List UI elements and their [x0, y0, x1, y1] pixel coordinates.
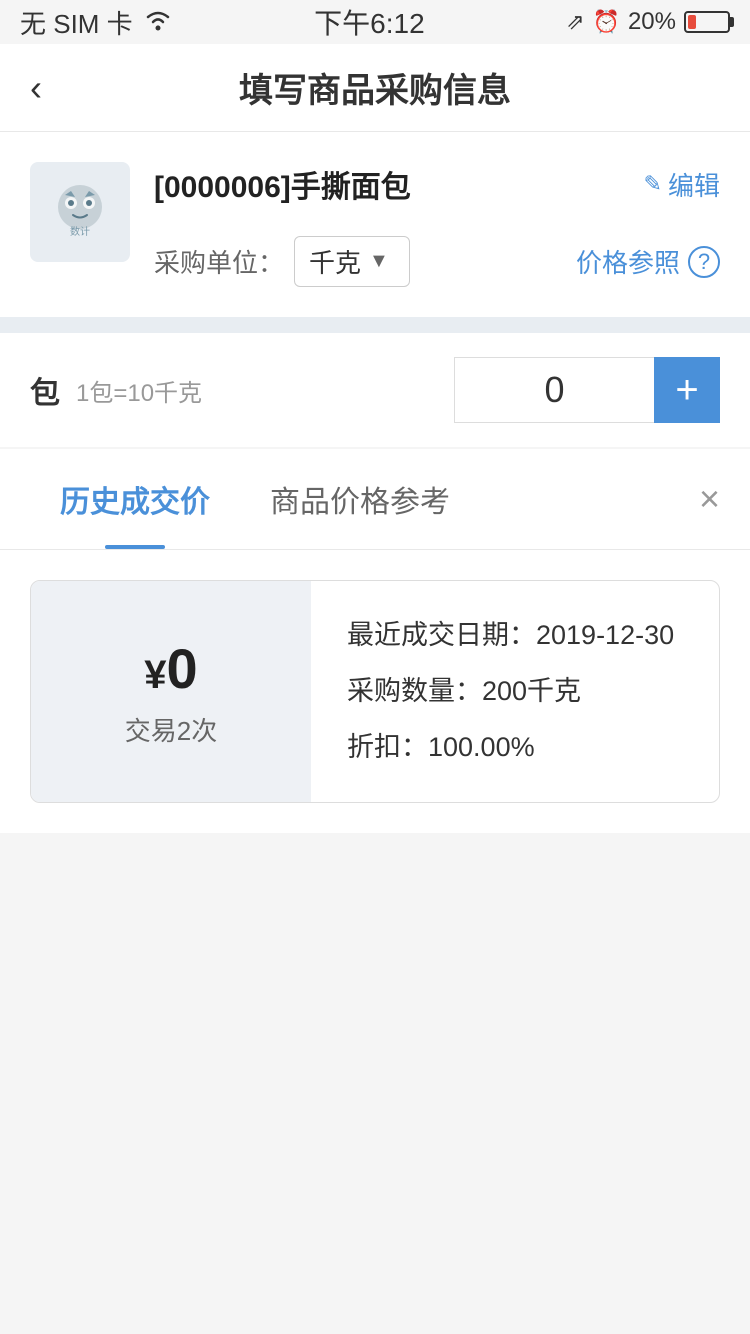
product-thumbnail: 数计: [30, 162, 130, 262]
tab-price-reference[interactable]: 商品价格参考: [240, 449, 480, 549]
history-card: ¥0 交易2次 最近成交日期：2019-12-30 采购数量：200千克 折扣：…: [30, 580, 720, 803]
currency-symbol: ¥: [144, 653, 166, 697]
page-title: 填写商品采购信息: [239, 63, 511, 112]
status-left: 无 SIM 卡: [20, 4, 173, 41]
date-row: 最近成交日期：2019-12-30: [347, 617, 683, 655]
unit-select[interactable]: 千克 ▼: [294, 236, 410, 287]
battery-icon: [684, 11, 730, 33]
quantity-plus-button[interactable]: +: [654, 357, 720, 423]
status-right: ⇗ ⏰ 20%: [566, 8, 730, 36]
tab2-label: 商品价格参考: [270, 486, 450, 519]
unit-value: 千克: [309, 243, 361, 280]
tab-header: 历史成交价 商品价格参考 ×: [0, 449, 750, 550]
date-label: 最近成交日期：: [347, 620, 536, 650]
product-name: [0000006]手撕面包: [154, 162, 411, 206]
svg-text:数计: 数计: [70, 225, 90, 238]
status-time: 下午6:12: [314, 2, 425, 42]
tab-content: ¥0 交易2次 最近成交日期：2019-12-30 采购数量：200千克 折扣：…: [0, 550, 750, 833]
package-unit-icon: 包: [30, 368, 60, 412]
status-bar: 无 SIM 卡 下午6:12 ⇗ ⏰ 20%: [0, 0, 750, 44]
history-right: 最近成交日期：2019-12-30 采购数量：200千克 折扣：100.00%: [311, 581, 719, 802]
history-left: ¥0 交易2次: [31, 581, 311, 802]
alarm-icon: ⏰: [593, 9, 620, 35]
unit-dropdown-arrow: ▼: [369, 250, 389, 273]
nav-bar: ‹ 填写商品采购信息: [0, 44, 750, 132]
unit-conversion: 1包=10千克: [76, 373, 202, 408]
discount-label: 折扣：: [347, 732, 428, 762]
edit-icon: ✎: [644, 171, 662, 197]
product-image-icon: 数计: [45, 177, 115, 247]
quantity-row: 包 1包=10千克 0 +: [0, 333, 750, 447]
product-card: 数计 [0000006]手撕面包 ✎ 编辑 采购单位： 千克 ▼: [0, 132, 750, 317]
trade-count: 交易2次: [125, 711, 217, 748]
price-ref-label: 价格参照: [576, 243, 680, 280]
price-reference-button[interactable]: 价格参照 ?: [576, 243, 720, 280]
product-details: [0000006]手撕面包 ✎ 编辑 采购单位： 千克 ▼ 价格参照: [154, 162, 720, 287]
quantity-control: 0 +: [454, 357, 720, 423]
unit-selector-group: 采购单位： 千克 ▼: [154, 236, 410, 287]
edit-label: 编辑: [668, 166, 720, 203]
discount-row: 折扣：100.00%: [347, 729, 683, 767]
quantity-value: 0: [544, 369, 564, 411]
back-button[interactable]: ‹: [30, 67, 42, 109]
tab-history-price[interactable]: 历史成交价: [30, 449, 240, 549]
purchase-unit-row: 采购单位： 千克 ▼ 价格参照 ?: [154, 236, 720, 287]
unit-label: 采购单位：: [154, 243, 284, 280]
edit-button[interactable]: ✎ 编辑: [644, 166, 720, 203]
history-price: ¥0: [144, 636, 197, 701]
wifi-icon: [143, 7, 173, 38]
quantity-detail-label: 采购数量：: [347, 676, 482, 706]
battery-fill: [688, 15, 696, 29]
quantity-input[interactable]: 0: [454, 357, 654, 423]
quantity-detail-value: 200千克: [482, 676, 581, 706]
quantity-unit-info: 包 1包=10千克: [30, 368, 202, 412]
help-icon: ?: [688, 246, 720, 278]
tab1-label: 历史成交价: [60, 486, 210, 519]
tab-panel: 历史成交价 商品价格参考 × ¥0 交易2次 最近成交日期：2019-12-30: [0, 449, 750, 833]
tab-close-button[interactable]: ×: [699, 478, 720, 520]
location-icon: ⇗: [566, 9, 584, 35]
plus-icon: +: [675, 368, 698, 413]
product-name-row: [0000006]手撕面包 ✎ 编辑: [154, 162, 720, 206]
discount-value: 100.00%: [428, 732, 535, 762]
date-value: 2019-12-30: [536, 620, 674, 650]
section-divider: [0, 317, 750, 333]
main-content: 数计 [0000006]手撕面包 ✎ 编辑 采购单位： 千克 ▼: [0, 132, 750, 1334]
carrier-text: 无 SIM 卡: [20, 4, 133, 41]
price-value: 0: [167, 637, 198, 700]
quantity-row-detail: 采购数量：200千克: [347, 673, 683, 711]
battery-percent: 20%: [628, 8, 676, 36]
